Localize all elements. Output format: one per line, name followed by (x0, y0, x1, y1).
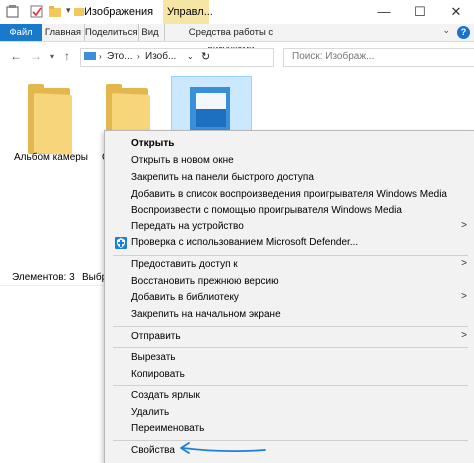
recent-locations-icon[interactable]: ▾ (50, 52, 54, 61)
menu-item-add-to-playlist[interactable]: Добавить в список воспроизведения проигр… (131, 189, 447, 200)
divider (0, 285, 104, 286)
breadcrumb-this-pc[interactable]: Это... (107, 51, 133, 62)
menu-item-add-to-library[interactable]: Добавить в библиотеку (131, 292, 239, 303)
menu-item-open-new-window[interactable]: Открыть в новом окне (131, 155, 234, 166)
folder-label[interactable]: Альбом камеры (14, 152, 88, 163)
breadcrumb-pictures[interactable]: Изоб... (145, 51, 176, 62)
menu-item-copy[interactable]: Копировать (131, 369, 185, 380)
new-folder-icon[interactable] (48, 5, 62, 18)
this-pc-icon (84, 52, 96, 60)
context-menu: Открыть Открыть в новом окне Закрепить н… (104, 130, 474, 463)
navigation-bar: ← → ▾ ↑ › Это... › Изоб... ⌄ ↻ Поиск: Из… (0, 46, 474, 68)
tab-file[interactable]: Файл (0, 24, 42, 41)
help-icon[interactable]: ? (457, 26, 470, 39)
address-bar[interactable]: › Это... › Изоб... ⌄ ↻ (80, 48, 274, 67)
checkmark-icon[interactable] (30, 5, 44, 18)
menu-item-send-to[interactable]: Отправить (131, 331, 181, 342)
menu-item-pin-start[interactable]: Закрепить на начальном экране (131, 309, 281, 320)
maximize-button[interactable]: ☐ (402, 0, 438, 24)
submenu-arrow-icon: > (461, 258, 467, 269)
quick-access-dropdown-icon[interactable]: ▾ (66, 5, 71, 16)
close-button[interactable]: ✕ (438, 0, 474, 24)
expand-ribbon-icon[interactable]: ⌄ (442, 25, 450, 36)
menu-separator (113, 385, 468, 386)
defender-shield-icon (115, 237, 127, 249)
ribbon-tabs: Файл Главная Поделиться Вид Средства раб… (0, 24, 474, 55)
window-title: Изображения (84, 6, 154, 18)
menu-item-open[interactable]: Открыть (131, 138, 174, 149)
search-input[interactable]: Поиск: Изображ... (283, 48, 474, 67)
annotation-arrow-icon (180, 442, 266, 454)
menu-item-cut[interactable]: Вырезать (131, 352, 175, 363)
menu-separator (113, 255, 468, 256)
tab-view[interactable]: Вид (138, 24, 161, 41)
menu-item-defender-scan[interactable]: Проверка с использованием Microsoft Defe… (131, 237, 358, 248)
submenu-arrow-icon: > (461, 330, 467, 341)
status-item-count: Элементов: 3 (12, 272, 75, 283)
menu-item-rename[interactable]: Переименовать (131, 423, 204, 434)
menu-separator (113, 326, 468, 327)
manage-contextual-tab[interactable]: Управл... (163, 0, 213, 24)
menu-item-properties[interactable]: Свойства (131, 445, 175, 456)
breadcrumb-separator-icon: › (137, 52, 140, 61)
folder-icon (34, 93, 72, 155)
menu-item-cast-to-device[interactable]: Передать на устройство (131, 221, 244, 232)
folder-small-icon (74, 8, 84, 16)
menu-item-play-media[interactable]: Воспроизвести с помощью проигрывателя Wi… (131, 205, 402, 216)
address-dropdown-icon[interactable]: ⌄ (187, 52, 194, 61)
menu-item-give-access[interactable]: Предоставить доступ к (131, 259, 238, 270)
submenu-arrow-icon: > (461, 220, 467, 231)
search-placeholder: Поиск: Изображ... (292, 51, 375, 62)
tab-picture-tools[interactable]: Средства работы с рисунками (164, 24, 297, 55)
submenu-arrow-icon: > (461, 291, 467, 302)
menu-item-delete[interactable]: Удалить (131, 407, 169, 418)
menu-separator (113, 440, 468, 441)
up-arrow-icon[interactable]: ↑ (64, 49, 70, 63)
refresh-icon[interactable]: ↻ (201, 50, 210, 63)
manage-tab-label: Управл... (167, 6, 213, 18)
menu-item-create-shortcut[interactable]: Создать ярлык (131, 390, 200, 401)
forward-arrow-icon[interactable]: → (30, 49, 42, 63)
breadcrumb-separator-icon: › (99, 52, 102, 61)
back-arrow-icon[interactable]: ← (10, 49, 22, 63)
title-bar: ▾ Изображения Управл... — ☐ ✕ (0, 0, 474, 24)
menu-item-pin-quick-access[interactable]: Закрепить на панели быстрого доступа (131, 172, 314, 183)
tab-home[interactable]: Главная (44, 24, 82, 41)
menu-separator (113, 347, 468, 348)
minimize-button[interactable]: — (366, 0, 402, 24)
menu-item-restore-version[interactable]: Восстановить прежнюю версию (131, 276, 279, 287)
properties-icon[interactable] (6, 5, 20, 18)
tab-share[interactable]: Поделиться (84, 24, 137, 41)
